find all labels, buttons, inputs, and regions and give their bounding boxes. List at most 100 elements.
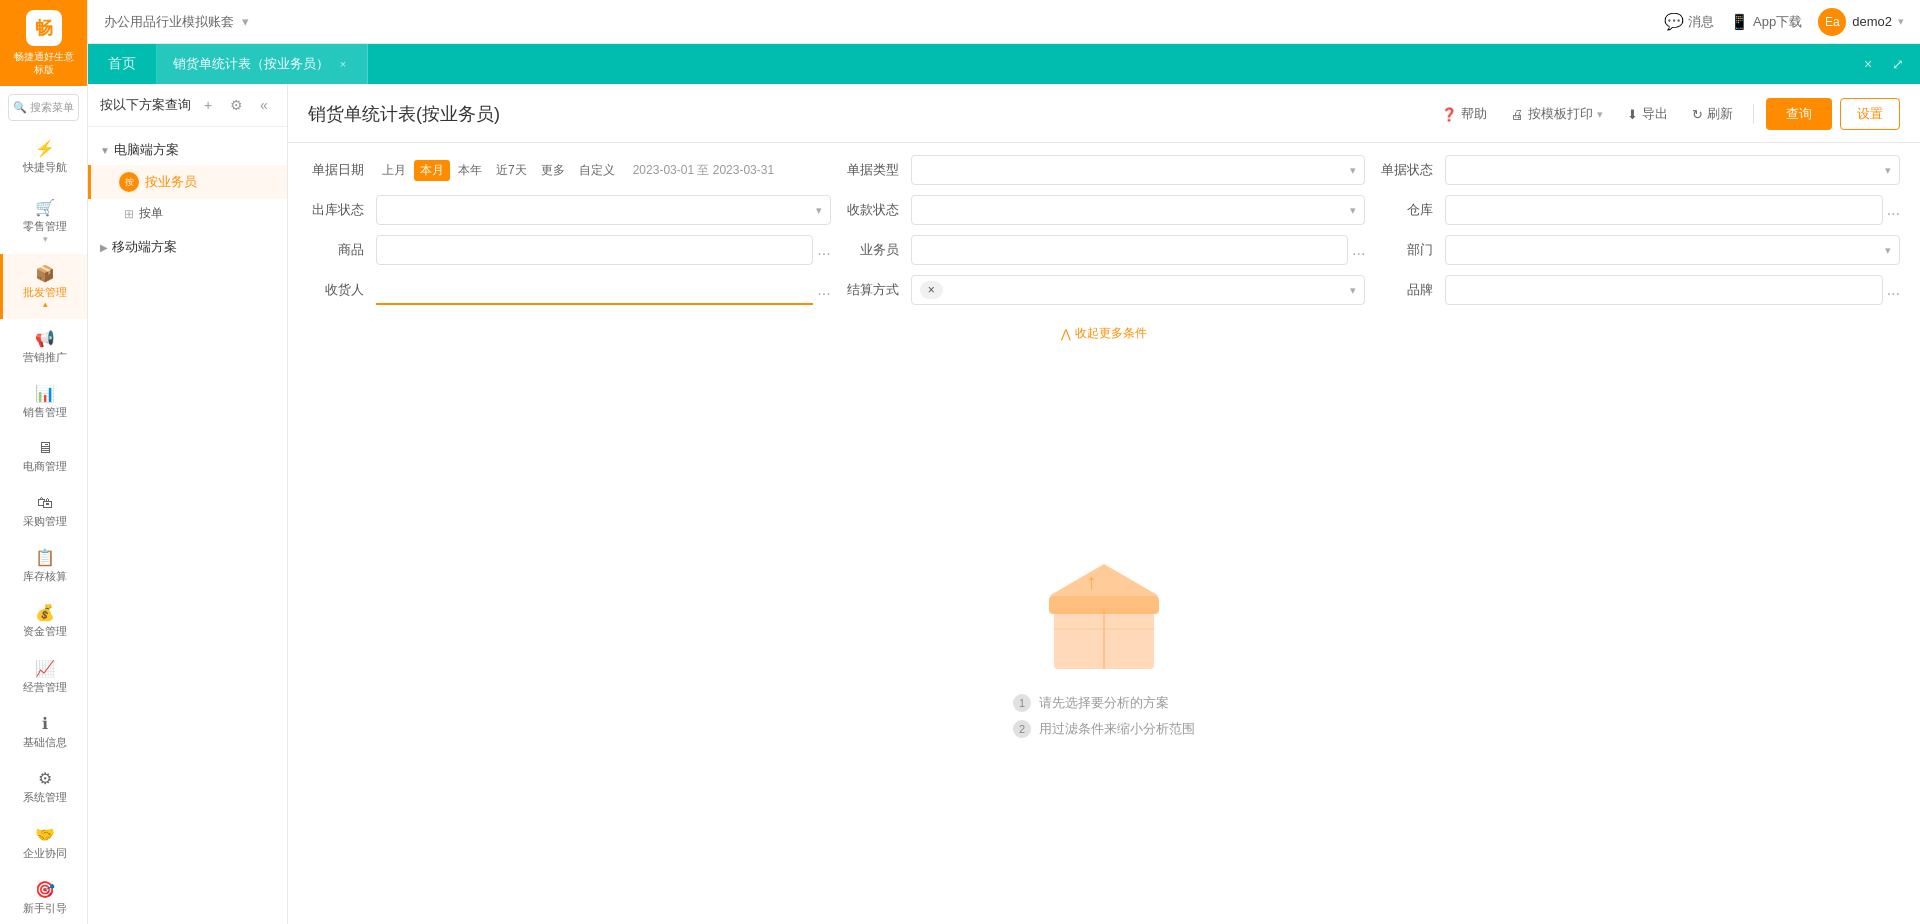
- sidebar-item-shortcut[interactable]: ⚡ 快捷导航: [0, 129, 87, 184]
- help-button[interactable]: ❓ 帮助: [1433, 101, 1495, 127]
- salesman-more-icon[interactable]: ...: [1352, 241, 1365, 259]
- ecommerce-label: 电商管理: [23, 459, 67, 473]
- settlement-dropdown[interactable]: × ▾: [911, 275, 1366, 305]
- sidebar-item-inventory[interactable]: 📋 库存核算: [0, 538, 87, 593]
- settings-button[interactable]: 设置: [1840, 98, 1900, 130]
- date-tab-current[interactable]: 本月: [414, 160, 450, 181]
- sales-icon: 📊: [35, 384, 55, 403]
- tree-desktop-header[interactable]: ▼ 电脑端方案: [88, 135, 287, 165]
- username: demo2: [1852, 14, 1892, 29]
- main-body: ↑ 1 请先选择要分析的方案 2 用过滤条件来缩小: [288, 368, 1920, 924]
- marketing-label: 营销推广: [23, 350, 67, 364]
- sidebar-item-finance[interactable]: 💰 资金管理: [0, 593, 87, 648]
- date-tab-week[interactable]: 近7天: [490, 160, 533, 181]
- stock-status-dropdown[interactable]: ▾: [376, 195, 831, 225]
- stock-status-field: ▾: [376, 195, 831, 225]
- dept-dropdown[interactable]: ▾: [1445, 235, 1900, 265]
- svg-marker-2: [1049, 564, 1159, 596]
- sidebar-item-marketing[interactable]: 📢 营销推广: [0, 319, 87, 374]
- consignee-more-icon[interactable]: ...: [817, 281, 830, 299]
- shortcut-label: 快捷导航: [23, 160, 67, 174]
- window-maximize-button[interactable]: ⤢: [1884, 50, 1912, 78]
- brand-input[interactable]: [1445, 275, 1882, 305]
- warehouse-field: ...: [1445, 195, 1900, 225]
- sidebar-item-system[interactable]: ⚙ 系统管理: [0, 759, 87, 814]
- tab-close-icon[interactable]: ×: [335, 56, 351, 72]
- collapse-arrow-icon: ⋀: [1061, 327, 1071, 341]
- settlement-arrow: ▾: [1350, 284, 1356, 297]
- breadcrumb-arrow[interactable]: ▾: [242, 14, 249, 29]
- help-icon: ❓: [1441, 107, 1457, 122]
- sidebar-item-operation[interactable]: 📈 经营管理: [0, 649, 87, 704]
- left-panel-header: 按以下方案查询 + ⚙ «: [88, 84, 287, 127]
- window-close-button[interactable]: ×: [1854, 50, 1882, 78]
- message-button[interactable]: 💬 消息: [1664, 12, 1714, 31]
- purchase-label: 采购管理: [23, 514, 67, 528]
- sidebar-item-ecommerce[interactable]: 🖥 电商管理: [0, 429, 87, 483]
- app-download-button[interactable]: 📱 App下载: [1730, 13, 1802, 31]
- shortcut-icon: ⚡: [35, 139, 55, 158]
- panel-collapse-button[interactable]: «: [253, 94, 275, 116]
- tree-item-salesman[interactable]: 按 按业务员: [88, 165, 287, 199]
- brand-more-icon[interactable]: ...: [1887, 281, 1900, 299]
- sidebar-item-retail[interactable]: 🛒 零售管理 ▾: [0, 188, 87, 253]
- finance-label: 资金管理: [23, 624, 67, 638]
- tab-home[interactable]: 首页: [88, 44, 157, 84]
- sidebar-item-basic[interactable]: ℹ 基础信息: [0, 704, 87, 759]
- empty-state: ↑ 1 请先选择要分析的方案 2 用过滤条件来缩小: [973, 514, 1235, 778]
- refresh-button[interactable]: ↻ 刷新: [1684, 101, 1741, 127]
- help-label: 帮助: [1461, 105, 1487, 123]
- sidebar-item-wholesale[interactable]: 📦 批发管理 ▴: [0, 254, 87, 319]
- query-button[interactable]: 查询: [1766, 98, 1832, 130]
- tree-desktop-label: 电脑端方案: [114, 141, 179, 159]
- search-menu-button[interactable]: 🔍 搜索菜单: [8, 94, 79, 121]
- wholesale-arrow: ▴: [43, 299, 48, 309]
- warehouse-input[interactable]: [1445, 195, 1882, 225]
- sidebar-item-purchase[interactable]: 🛍 采购管理: [0, 484, 87, 538]
- bill-type-dropdown[interactable]: ▾: [911, 155, 1366, 185]
- sidebar-item-enterprise[interactable]: 🤝 企业协同: [0, 815, 87, 870]
- date-tab-year[interactable]: 本年: [452, 160, 488, 181]
- receipt-status-dropdown[interactable]: ▾: [911, 195, 1366, 225]
- goods-label: 商品: [308, 241, 364, 259]
- tree-mobile-label: 移动端方案: [112, 238, 177, 256]
- date-tab-more[interactable]: 更多: [535, 160, 571, 181]
- page-actions: ❓ 帮助 🖨 按模板打印 ▾ ⬇ 导出 ↻: [1433, 98, 1900, 130]
- print-label: 按模板打印: [1528, 105, 1593, 123]
- print-button[interactable]: 🖨 按模板打印 ▾: [1503, 101, 1611, 127]
- tab-sales-report[interactable]: 销货单统计表（按业务员） ×: [157, 44, 368, 84]
- brand-label: 品牌: [1377, 281, 1433, 299]
- tree-mobile-header[interactable]: ▶ 移动端方案: [88, 232, 287, 262]
- finance-icon: 💰: [35, 603, 55, 622]
- page-header: 销货单统计表(按业务员) ❓ 帮助 🖨 按模板打印 ▾ ⬇: [288, 84, 1920, 143]
- empty-tips: 1 请先选择要分析的方案 2 用过滤条件来缩小分析范围: [1013, 694, 1195, 738]
- date-tab-prev[interactable]: 上月: [376, 160, 412, 181]
- bill-status-dropdown[interactable]: ▾: [1445, 155, 1900, 185]
- enterprise-icon: 🤝: [35, 825, 55, 844]
- sidebar-item-newbie[interactable]: 🎯 新手引导: [0, 870, 87, 924]
- content-area: 按以下方案查询 + ⚙ « ▼ 电脑端方案 按 按业务员 ⊞ 按单: [88, 84, 1920, 924]
- consignee-input[interactable]: [376, 275, 813, 305]
- bill-type-field: ▾: [911, 155, 1366, 185]
- sub-item-label: 按单: [139, 205, 163, 222]
- tree-sub-item-bill[interactable]: ⊞ 按单: [88, 199, 287, 228]
- collapse-button[interactable]: ⋀ 收起更多条件: [1045, 319, 1163, 348]
- sidebar-logo[interactable]: 畅 畅捷通好生意标版: [0, 0, 88, 86]
- print-arrow: ▾: [1597, 108, 1603, 121]
- sidebar-item-sales[interactable]: 📊 销售管理: [0, 374, 87, 429]
- settlement-tag-close[interactable]: ×: [928, 283, 935, 297]
- date-tab-custom[interactable]: 自定义: [573, 160, 621, 181]
- export-button[interactable]: ⬇ 导出: [1619, 101, 1676, 127]
- panel-settings-button[interactable]: ⚙: [225, 94, 247, 116]
- empty-tip-2: 2 用过滤条件来缩小分析范围: [1013, 720, 1195, 738]
- salesman-field: ...: [911, 235, 1366, 265]
- breadcrumb-text: 办公用品行业模拟账套: [104, 13, 234, 31]
- warehouse-label: 仓库: [1377, 201, 1433, 219]
- goods-more-icon[interactable]: ...: [817, 241, 830, 259]
- salesman-input[interactable]: [911, 235, 1348, 265]
- goods-input[interactable]: [376, 235, 813, 265]
- panel-add-button[interactable]: +: [197, 94, 219, 116]
- warehouse-more-icon[interactable]: ...: [1887, 201, 1900, 219]
- marketing-icon: 📢: [35, 329, 55, 348]
- user-area[interactable]: Ea demo2 ▾: [1818, 8, 1904, 36]
